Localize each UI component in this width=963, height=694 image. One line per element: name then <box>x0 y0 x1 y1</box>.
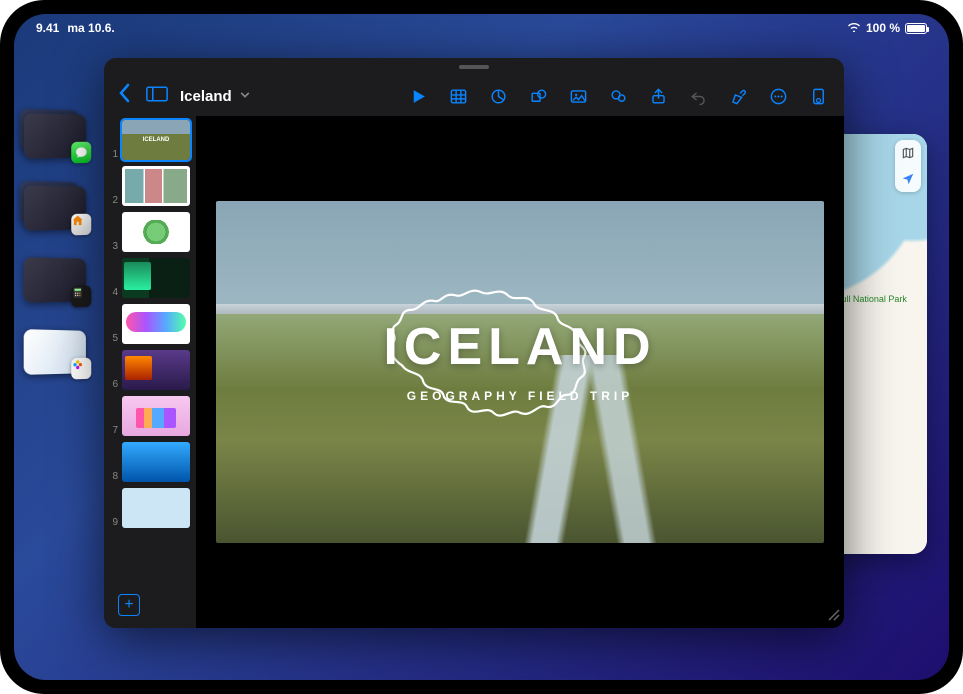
photos-icon <box>71 358 91 380</box>
add-slide-button[interactable]: + <box>118 594 140 616</box>
title-chevron-icon[interactable] <box>240 90 250 103</box>
status-date: ma 10.6. <box>67 21 114 35</box>
window-grabber[interactable] <box>104 58 844 76</box>
back-button[interactable] <box>114 83 136 109</box>
slide-thumb-2[interactable]: 2 <box>110 166 190 206</box>
window-resize-handle[interactable] <box>826 607 840 624</box>
battery-pct: 100 % <box>866 21 900 35</box>
table-button[interactable] <box>448 86 468 106</box>
calculator-icon <box>71 286 91 308</box>
slide-thumb-8[interactable]: 8 <box>110 442 190 482</box>
stage-app-photos[interactable] <box>24 329 86 375</box>
ipad-device-frame: 9.41 ma 10.6. 100 % <box>0 0 963 694</box>
status-right: 100 % <box>847 21 927 35</box>
slide-thumb-9[interactable]: 9 <box>110 488 190 528</box>
slide-thumb-6[interactable]: 6 <box>110 350 190 390</box>
more-button[interactable] <box>768 86 788 106</box>
home-icon <box>71 214 91 236</box>
screen: 9.41 ma 10.6. 100 % <box>14 14 949 680</box>
keynote-toolbar: Iceland <box>104 76 844 116</box>
stage-manager-strip <box>24 114 84 374</box>
shape-button[interactable] <box>528 86 548 106</box>
slide-thumb-5[interactable]: 5 <box>110 304 190 344</box>
messages-icon <box>71 142 91 164</box>
slide-thumb-7[interactable]: 7 <box>110 396 190 436</box>
slide-canvas[interactable]: ICELAND GEOGRAPHY FIELD TRIP <box>196 116 844 628</box>
wifi-icon <box>847 21 861 35</box>
status-bar: 9.41 ma 10.6. 100 % <box>14 14 949 38</box>
stage-app-home[interactable] <box>24 185 86 231</box>
slide-title-text[interactable]: ICELAND <box>216 317 824 377</box>
status-time: 9.41 <box>36 21 59 35</box>
undo-button <box>688 86 708 106</box>
maps-mode-button[interactable] <box>895 140 921 166</box>
format-button[interactable] <box>728 86 748 106</box>
document-title[interactable]: Iceland <box>178 88 234 105</box>
play-button[interactable] <box>408 86 428 106</box>
slide-thumb-3[interactable]: 3 <box>110 212 190 252</box>
comment-button[interactable] <box>608 86 628 106</box>
view-button[interactable] <box>142 86 172 107</box>
keynote-window: Iceland <box>104 58 844 628</box>
maps-locate-button[interactable] <box>895 166 921 192</box>
document-settings-button[interactable] <box>808 86 828 106</box>
slide-thumb-4[interactable]: 4 <box>110 258 190 298</box>
stage-app-messages[interactable] <box>24 113 86 159</box>
battery-icon <box>905 23 927 34</box>
stage-app-calculator[interactable] <box>24 257 86 303</box>
maps-toolbar <box>895 140 921 192</box>
media-button[interactable] <box>568 86 588 106</box>
slide-content[interactable]: ICELAND GEOGRAPHY FIELD TRIP <box>216 201 824 543</box>
slide-thumb-1[interactable]: 1 <box>110 120 190 160</box>
slide-subtitle-text[interactable]: GEOGRAPHY FIELD TRIP <box>216 389 824 403</box>
chart-button[interactable] <box>488 86 508 106</box>
slide-navigator: 1 2 3 4 5 6 7 8 9 + <box>104 116 196 628</box>
share-button[interactable] <box>648 86 668 106</box>
